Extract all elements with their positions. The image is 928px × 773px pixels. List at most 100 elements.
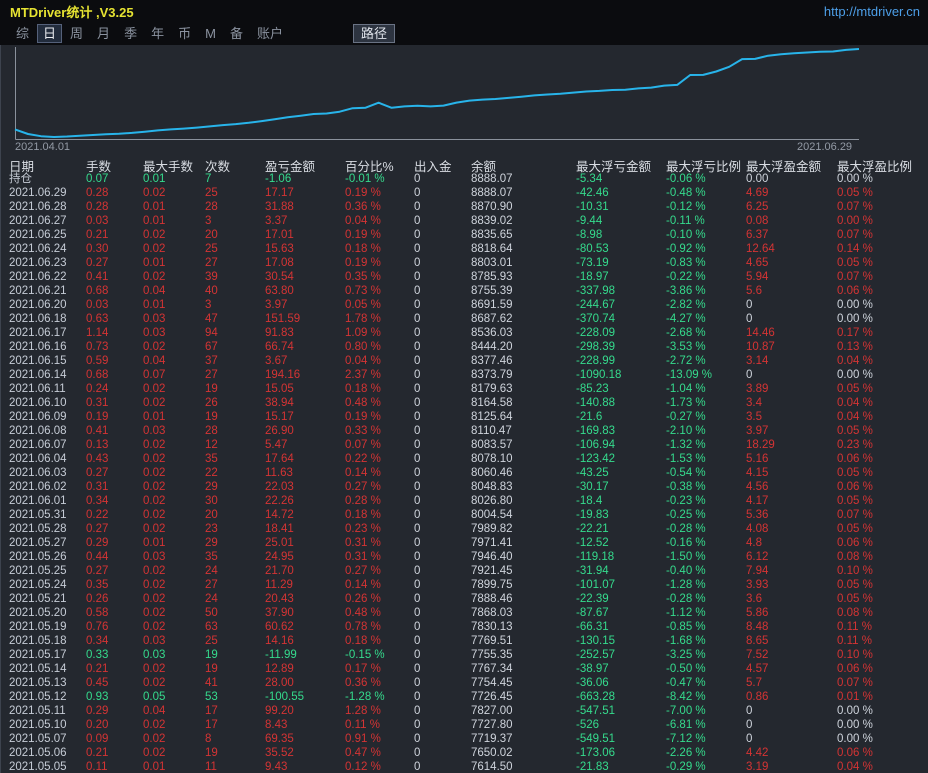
cell-4: 24.95 xyxy=(265,550,345,564)
table-row[interactable]: 2021.06.171.140.039491.831.09 %08536.03-… xyxy=(1,326,928,340)
table-row[interactable]: 2021.06.020.310.022922.030.27 %08048.83-… xyxy=(1,480,928,494)
table-row[interactable]: 2021.05.050.110.01119.430.12 %07614.50-2… xyxy=(1,760,928,773)
table-row[interactable]: 2021.05.200.580.025037.900.48 %07868.03-… xyxy=(1,606,928,620)
table-row[interactable]: 2021.05.210.260.022420.430.26 %07888.46-… xyxy=(1,592,928,606)
table-row[interactable]: 2021.05.120.930.0553-100.55-1.28 %07726.… xyxy=(1,690,928,704)
cell-3: 25 xyxy=(205,186,265,200)
cell-8: -22.21 xyxy=(576,522,666,536)
cell-4: 17.01 xyxy=(265,228,345,242)
table-row[interactable]: 2021.06.160.730.026766.740.80 %08444.20-… xyxy=(1,340,928,354)
table-row[interactable]: 2021.06.180.630.0347151.591.78 %08687.62… xyxy=(1,312,928,326)
table-row[interactable]: 2021.05.180.340.032514.160.18 %07769.51-… xyxy=(1,634,928,648)
cell-4: 12.89 xyxy=(265,662,345,676)
cell-3: 3 xyxy=(205,298,265,312)
cell-0: 2021.05.07 xyxy=(9,732,86,746)
table-row[interactable]: 2021.06.140.680.0727194.162.37 %08373.79… xyxy=(1,368,928,382)
cell-9: -0.48 % xyxy=(666,186,746,200)
menu-item-currency[interactable]: 币 xyxy=(172,24,197,43)
cell-5: 0.31 % xyxy=(345,550,414,564)
table-row[interactable]: 2021.05.280.270.022318.410.23 %07989.82-… xyxy=(1,522,928,536)
table-row[interactable]: 2021.05.260.440.033524.950.31 %07946.40-… xyxy=(1,550,928,564)
table-row[interactable]: 2021.06.250.210.022017.010.19 %08835.65-… xyxy=(1,228,928,242)
table-row[interactable]: 2021.06.280.280.012831.880.36 %08870.90-… xyxy=(1,200,928,214)
cell-4: 63.80 xyxy=(265,284,345,298)
cell-10: 18.29 xyxy=(746,438,837,452)
table-row[interactable]: 持仓0.070.017-1.06-0.01 %08888.07-5.34-0.0… xyxy=(1,172,928,186)
table-row[interactable]: 2021.06.030.270.022211.630.14 %08060.46-… xyxy=(1,466,928,480)
cell-4: 28.00 xyxy=(265,676,345,690)
cell-3: 19 xyxy=(205,662,265,676)
cell-6: 0 xyxy=(414,186,471,200)
menu-item-m[interactable]: M xyxy=(199,24,222,43)
menu-item-monthly[interactable]: 月 xyxy=(91,24,116,43)
table-row[interactable]: 2021.06.210.680.044063.800.73 %08755.39-… xyxy=(1,284,928,298)
app-url-link[interactable]: http://mtdriver.cn xyxy=(824,4,920,19)
cell-2: 0.02 xyxy=(143,270,205,284)
menu-item-memo[interactable]: 备 xyxy=(224,24,249,43)
menu-item-weekly[interactable]: 周 xyxy=(64,24,89,43)
cell-10: 5.94 xyxy=(746,270,837,284)
cell-7: 8444.20 xyxy=(471,340,576,354)
cell-5: -1.28 % xyxy=(345,690,414,704)
menu-item-daily[interactable]: 日 xyxy=(37,24,62,43)
cell-0: 2021.05.05 xyxy=(9,760,86,773)
cell-0: 2021.06.07 xyxy=(9,438,86,452)
cell-8: -42.46 xyxy=(576,186,666,200)
cell-4: 151.59 xyxy=(265,312,345,326)
cell-4: 3.67 xyxy=(265,354,345,368)
table-row[interactable]: 2021.06.270.030.0133.370.04 %08839.02-9.… xyxy=(1,214,928,228)
cell-6: 0 xyxy=(414,648,471,662)
path-button[interactable]: 路径 xyxy=(353,24,395,43)
menu-item-summary[interactable]: 综 xyxy=(10,24,35,43)
table-row[interactable]: 2021.06.090.190.011915.170.19 %08125.64-… xyxy=(1,410,928,424)
table-row[interactable]: 2021.06.070.130.02125.470.07 %08083.57-1… xyxy=(1,438,928,452)
cell-0: 2021.05.14 xyxy=(9,662,86,676)
table-row[interactable]: 2021.06.290.280.022517.170.19 %08888.07-… xyxy=(1,186,928,200)
cell-7: 8179.63 xyxy=(471,382,576,396)
cell-6: 0 xyxy=(414,424,471,438)
table-row[interactable]: 2021.05.240.350.022711.290.14 %07899.75-… xyxy=(1,578,928,592)
table-row[interactable]: 2021.06.010.340.023022.260.28 %08026.80-… xyxy=(1,494,928,508)
table-row[interactable]: 2021.06.240.300.022515.630.18 %08818.64-… xyxy=(1,242,928,256)
cell-1: 0.13 xyxy=(86,438,143,452)
table-row[interactable]: 2021.05.310.220.022014.720.18 %08004.54-… xyxy=(1,508,928,522)
cell-3: 27 xyxy=(205,368,265,382)
cell-10: 5.16 xyxy=(746,452,837,466)
table-row[interactable]: 2021.05.070.090.02869.350.91 %07719.37-5… xyxy=(1,732,928,746)
table-row[interactable]: 2021.05.190.760.026360.620.78 %07830.13-… xyxy=(1,620,928,634)
cell-5: 0.14 % xyxy=(345,578,414,592)
cell-11: 0.05 % xyxy=(837,256,928,270)
table-row[interactable]: 2021.05.130.450.024128.000.36 %07754.45-… xyxy=(1,676,928,690)
cell-1: 0.21 xyxy=(86,228,143,242)
cell-5: 0.04 % xyxy=(345,354,414,368)
table-row[interactable]: 2021.05.100.200.02178.430.11 %07727.80-5… xyxy=(1,718,928,732)
table-row[interactable]: 2021.05.170.330.0319-11.99-0.15 %07755.3… xyxy=(1,648,928,662)
cell-0: 2021.05.24 xyxy=(9,578,86,592)
menu-item-quarterly[interactable]: 季 xyxy=(118,24,143,43)
menu-item-yearly[interactable]: 年 xyxy=(145,24,170,43)
cell-0: 2021.06.09 xyxy=(9,410,86,424)
table-row[interactable]: 2021.05.270.290.012925.010.31 %07971.41-… xyxy=(1,536,928,550)
cell-7: 8839.02 xyxy=(471,214,576,228)
table-row[interactable]: 2021.06.040.430.023517.640.22 %08078.10-… xyxy=(1,452,928,466)
table-row[interactable]: 2021.05.140.210.021912.890.17 %07767.34-… xyxy=(1,662,928,676)
cell-10: 6.37 xyxy=(746,228,837,242)
table-row[interactable]: 2021.05.250.270.022421.700.27 %07921.45-… xyxy=(1,564,928,578)
cell-0: 2021.05.17 xyxy=(9,648,86,662)
cell-7: 7719.37 xyxy=(471,732,576,746)
table-row[interactable]: 2021.06.080.410.032826.900.33 %08110.47-… xyxy=(1,424,928,438)
table-row[interactable]: 2021.06.110.240.021915.050.18 %08179.63-… xyxy=(1,382,928,396)
table-row[interactable]: 2021.06.150.590.04373.670.04 %08377.46-2… xyxy=(1,354,928,368)
table-row[interactable]: 2021.06.220.410.023930.540.35 %08785.93-… xyxy=(1,270,928,284)
table-row[interactable]: 2021.06.200.030.0133.970.05 %08691.59-24… xyxy=(1,298,928,312)
menu-item-account[interactable]: 账户 xyxy=(251,24,289,43)
table-row[interactable]: 2021.06.230.270.012717.080.19 %08803.01-… xyxy=(1,256,928,270)
cell-6: 0 xyxy=(414,200,471,214)
table-row[interactable]: 2021.05.060.210.021935.520.47 %07650.02-… xyxy=(1,746,928,760)
cell-8: -19.83 xyxy=(576,508,666,522)
table-row[interactable]: 2021.05.110.290.041799.201.28 %07827.00-… xyxy=(1,704,928,718)
table-row[interactable]: 2021.06.100.310.022638.940.48 %08164.58-… xyxy=(1,396,928,410)
cell-8: -123.42 xyxy=(576,452,666,466)
cell-3: 19 xyxy=(205,382,265,396)
cell-0: 2021.06.01 xyxy=(9,494,86,508)
